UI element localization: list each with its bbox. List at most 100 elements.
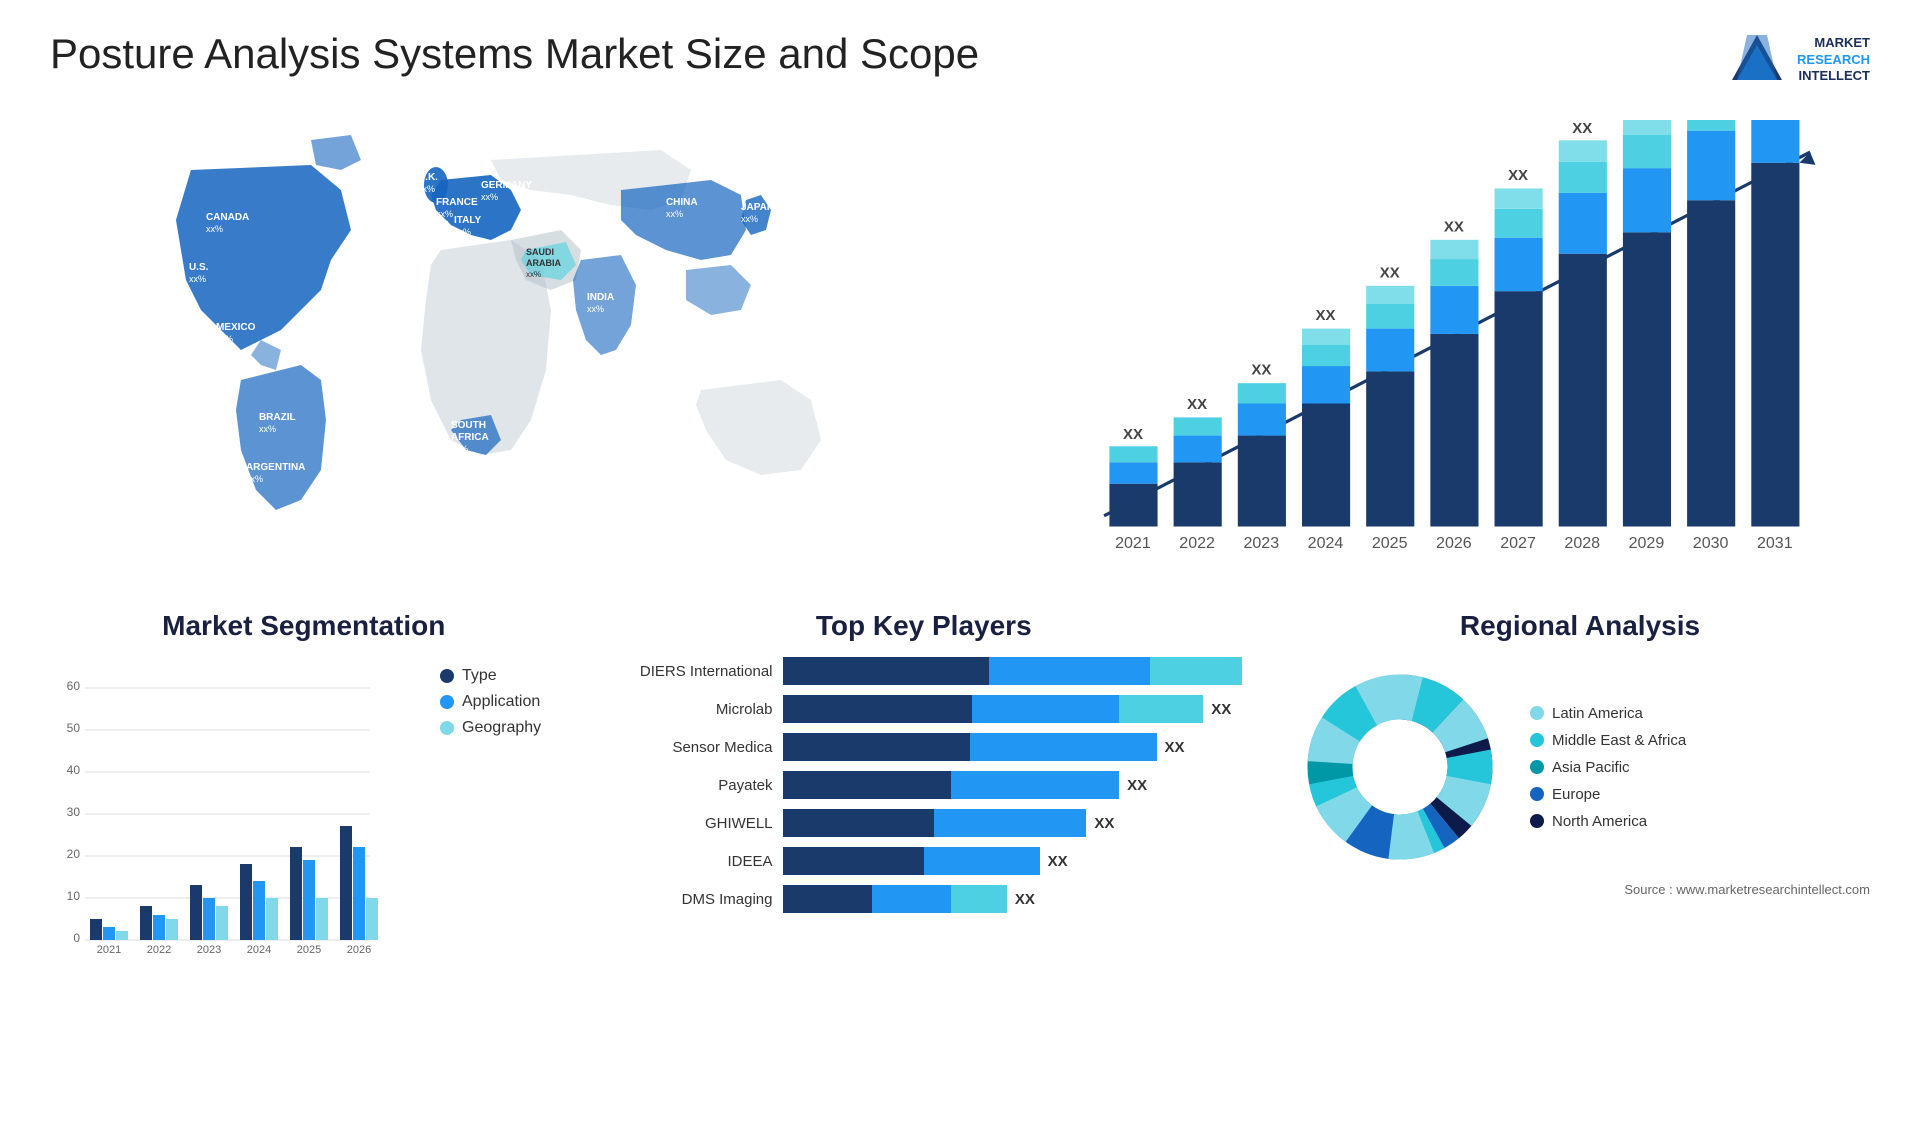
- svg-text:MEXICO: MEXICO: [216, 322, 256, 333]
- player-name: Payatek: [598, 777, 773, 794]
- regional-label: Europe: [1552, 786, 1600, 803]
- svg-text:xx%: xx%: [587, 304, 604, 314]
- svg-text:SOUTH: SOUTH: [451, 420, 486, 431]
- player-bar-container: XX: [783, 847, 1251, 875]
- regional-label: Asia Pacific: [1552, 759, 1630, 776]
- svg-text:CANADA: CANADA: [206, 212, 249, 223]
- player-bar-container: [783, 657, 1251, 685]
- legend-geography-label: Geography: [462, 719, 541, 737]
- player-name: GHIWELL: [598, 815, 773, 832]
- svg-text:2030: 2030: [1693, 534, 1729, 552]
- svg-text:XX: XX: [1315, 307, 1335, 324]
- list-item: DMS Imaging XX: [598, 885, 1251, 913]
- svg-text:2026: 2026: [1436, 534, 1472, 552]
- legend-latin-america: Latin America: [1530, 705, 1686, 722]
- list-item: DIERS International: [598, 657, 1251, 685]
- svg-text:xx%: xx%: [451, 444, 468, 454]
- player-value: XX: [1094, 815, 1114, 832]
- players-list: DIERS International Microlab: [598, 657, 1251, 913]
- svg-text:xx%: xx%: [418, 184, 435, 194]
- svg-text:xx%: xx%: [206, 224, 223, 234]
- svg-text:U.S.: U.S.: [189, 262, 209, 273]
- legend-geography: Geography: [440, 719, 541, 737]
- logo: MARKET RESEARCH INTELLECT: [1727, 30, 1870, 90]
- donut-chart: [1290, 657, 1510, 877]
- svg-text:60: 60: [67, 679, 81, 693]
- player-value: XX: [1211, 701, 1231, 718]
- legend-type-label: Type: [462, 667, 497, 685]
- regional-label: Latin America: [1552, 705, 1643, 722]
- svg-text:xx%: xx%: [481, 192, 498, 202]
- svg-text:40: 40: [67, 763, 81, 777]
- svg-text:2024: 2024: [247, 944, 271, 956]
- svg-text:2024: 2024: [1308, 534, 1344, 552]
- svg-text:ITALY: ITALY: [454, 215, 482, 226]
- segmentation-title: Market Segmentation: [50, 610, 558, 642]
- svg-text:XX: XX: [1572, 120, 1592, 137]
- svg-text:SPAIN: SPAIN: [419, 220, 449, 231]
- regional-label: North America: [1552, 813, 1647, 830]
- svg-text:XX: XX: [1187, 396, 1207, 413]
- player-bar-container: XX: [783, 885, 1251, 913]
- segmentation-section: Market Segmentation 0 10 20 30 40 50 60: [50, 610, 558, 1110]
- source-text: Source : www.marketresearchintellect.com: [1290, 882, 1870, 897]
- players-title: Top Key Players: [598, 610, 1251, 642]
- svg-text:2027: 2027: [1500, 534, 1536, 552]
- list-item: GHIWELL XX: [598, 809, 1251, 837]
- list-item: Payatek XX: [598, 771, 1251, 799]
- legend-application: Application: [440, 693, 541, 711]
- svg-text:XX: XX: [1508, 167, 1528, 184]
- bottom-section: Market Segmentation 0 10 20 30 40 50 60: [50, 610, 1870, 1110]
- legend-europe: Europe: [1530, 786, 1686, 803]
- svg-text:0: 0: [73, 931, 80, 945]
- regional-section: Regional Analysis: [1290, 610, 1870, 1110]
- regional-container: Latin America Middle East & Africa Asia …: [1290, 657, 1870, 877]
- player-name: DMS Imaging: [598, 891, 773, 908]
- svg-text:2023: 2023: [197, 944, 221, 956]
- svg-text:2025: 2025: [1372, 534, 1408, 552]
- player-value: XX: [1165, 739, 1185, 756]
- svg-text:xx%: xx%: [189, 274, 206, 284]
- svg-text:50: 50: [67, 721, 81, 735]
- regional-legend: Latin America Middle East & Africa Asia …: [1530, 705, 1686, 830]
- player-name: Sensor Medica: [598, 739, 773, 756]
- player-bar-container: XX: [783, 695, 1251, 723]
- svg-text:30: 30: [67, 805, 81, 819]
- players-section: Top Key Players DIERS International: [598, 610, 1251, 1110]
- svg-text:XX: XX: [1251, 362, 1271, 379]
- svg-text:2028: 2028: [1564, 534, 1600, 552]
- world-map: CANADA xx% U.S. xx% MEXICO xx% BRAZIL xx…: [50, 110, 972, 530]
- svg-text:2022: 2022: [147, 944, 171, 956]
- svg-text:2021: 2021: [1115, 534, 1151, 552]
- svg-text:AFRICA: AFRICA: [451, 432, 489, 443]
- svg-text:2031: 2031: [1757, 534, 1793, 552]
- player-bar-container: XX: [783, 733, 1251, 761]
- logo-icon: [1727, 30, 1787, 90]
- svg-text:XX: XX: [1380, 264, 1400, 281]
- player-bar-container: XX: [783, 771, 1251, 799]
- svg-text:10: 10: [67, 889, 81, 903]
- list-item: Sensor Medica XX: [598, 733, 1251, 761]
- svg-text:xx%: xx%: [259, 424, 276, 434]
- svg-text:xx%: xx%: [526, 270, 541, 279]
- player-value: XX: [1127, 777, 1147, 794]
- svg-text:2029: 2029: [1629, 534, 1665, 552]
- svg-text:SAUDI: SAUDI: [526, 247, 554, 257]
- header: Posture Analysis Systems Market Size and…: [50, 30, 1870, 90]
- growth-bar-chart: XX XX XX XX: [1022, 120, 1860, 580]
- svg-text:JAPAN: JAPAN: [741, 202, 774, 213]
- segmentation-chart: 0 10 20 30 40 50 60: [50, 657, 390, 957]
- list-item: IDEEA XX: [598, 847, 1251, 875]
- segmentation-legend: Type Application Geography: [440, 667, 541, 737]
- svg-text:xx%: xx%: [666, 209, 683, 219]
- svg-text:FRANCE: FRANCE: [436, 197, 478, 208]
- player-name: IDEEA: [598, 853, 773, 870]
- player-name: DIERS International: [598, 663, 773, 680]
- svg-text:CHINA: CHINA: [666, 197, 698, 208]
- regional-label: Middle East & Africa: [1552, 732, 1686, 749]
- svg-text:xx%: xx%: [454, 227, 471, 237]
- svg-text:ARGENTINA: ARGENTINA: [246, 462, 305, 473]
- svg-text:INDIA: INDIA: [587, 292, 614, 303]
- regional-title: Regional Analysis: [1290, 610, 1870, 642]
- list-item: Microlab XX: [598, 695, 1251, 723]
